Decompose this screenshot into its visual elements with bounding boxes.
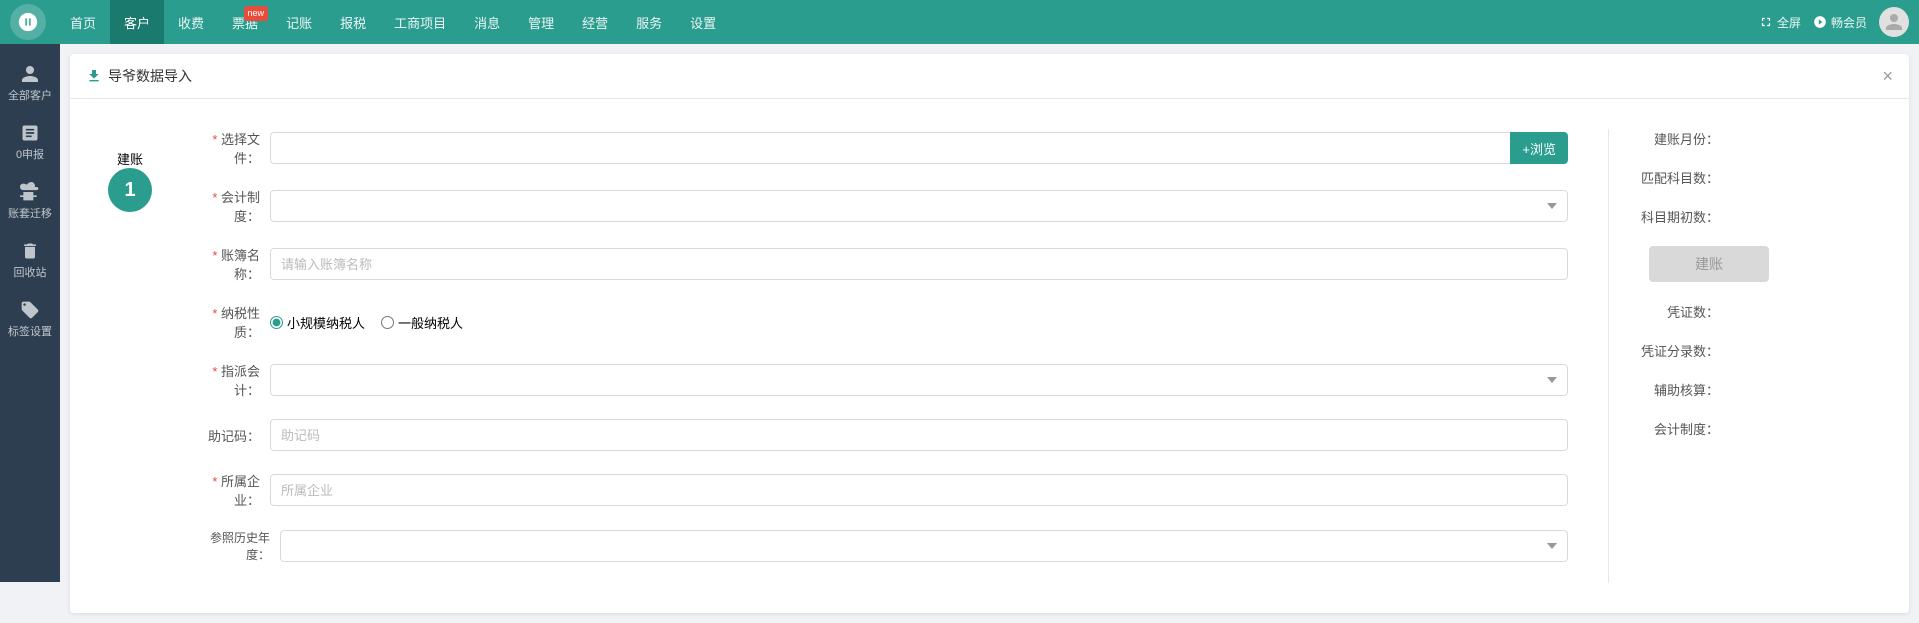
accountant-label: 指派会计：	[190, 361, 270, 399]
sidebar-item-declare[interactable]: 0申报	[0, 113, 60, 172]
tax-general-radio[interactable]	[381, 316, 394, 329]
history-year-row: 参照历史年度：	[190, 529, 1568, 563]
nav-items: 首页 客户 收费 票据 new 记账 报税 工商项目 消息 管理 经营 服务 设…	[56, 0, 1759, 44]
tax-small-text: 小规模纳税人	[287, 313, 365, 332]
tax-type-group: 小规模纳税人 一般纳税人	[270, 313, 463, 332]
voucher-row: 凭证数：	[1629, 302, 1889, 321]
dialog-close-button[interactable]: ×	[1882, 66, 1893, 87]
accounting-system-label: 会计制度：	[1629, 419, 1729, 438]
match-subject-row: 匹配科目数：	[1629, 168, 1889, 187]
member-btn[interactable]: 畅会员	[1813, 14, 1867, 31]
dialog-header: 导爷数据导入	[70, 54, 1909, 99]
accounting-row: 会计制度：	[190, 187, 1568, 225]
voucher-entries-label: 凭证分录数：	[1629, 341, 1729, 360]
fullscreen-btn[interactable]: 全屏	[1759, 14, 1801, 31]
ledger-name-label: 账簿名称：	[190, 245, 270, 283]
auxiliary-row: 辅助核算：	[1629, 380, 1889, 399]
tax-small-label[interactable]: 小规模纳税人	[270, 313, 365, 332]
nav-message[interactable]: 消息	[460, 0, 514, 44]
nav-home[interactable]: 首页	[56, 0, 110, 44]
form-left: 选择文件： +浏览 会计制度： 账簿名称：	[190, 129, 1588, 583]
new-badge: new	[244, 6, 269, 21]
subject-initial-label: 科目期初数：	[1629, 207, 1729, 226]
month-label: 建账月份：	[1629, 129, 1729, 148]
sidebar-item-all-customers[interactable]: 全部客户	[0, 54, 60, 113]
tax-type-row: 纳税性质： 小规模纳税人 一般纳税人	[190, 303, 1568, 341]
company-input[interactable]	[270, 474, 1568, 506]
sidebar-label-all-customers: 全部客户	[8, 87, 52, 103]
fullscreen-label: 全屏	[1777, 14, 1801, 31]
browse-button[interactable]: +浏览	[1510, 132, 1568, 164]
step-circle: 1	[108, 168, 152, 212]
history-year-select[interactable]	[280, 530, 1568, 562]
memo-label: 助记码：	[190, 426, 270, 445]
sidebar-item-recycle[interactable]: 回收站	[0, 231, 60, 290]
memo-input[interactable]	[270, 419, 1568, 451]
nav-finance[interactable]: 经营	[568, 0, 622, 44]
ledger-name-row: 账簿名称：	[190, 245, 1568, 283]
nav-tax[interactable]: 报税	[326, 0, 380, 44]
match-subject-label: 匹配科目数：	[1629, 168, 1729, 187]
tax-general-text: 一般纳税人	[398, 313, 463, 332]
file-input[interactable]	[270, 132, 1510, 164]
sidebar-label-account-migrate: 账套迁移	[8, 205, 52, 221]
nav-account[interactable]: 记账	[272, 0, 326, 44]
voucher-label: 凭证数：	[1629, 302, 1729, 321]
form-area: 建账 1 选择文件： +浏览 会计制度：	[70, 99, 1909, 613]
history-year-label: 参照历史年度：	[190, 529, 280, 563]
accountant-row: 指派会计：	[190, 361, 1568, 399]
sidebar-label-declare: 0申报	[16, 146, 44, 162]
main-content: 导爷数据导入 × 建账 1 选择文件： +浏览	[60, 44, 1919, 623]
app-logo[interactable]	[10, 4, 46, 40]
member-label: 畅会员	[1831, 14, 1867, 31]
file-label: 选择文件：	[190, 129, 270, 167]
dialog-title: 导爷数据导入	[108, 66, 192, 86]
file-row: 选择文件： +浏览	[190, 129, 1568, 167]
tax-small-radio[interactable]	[270, 316, 283, 329]
company-row: 所属企业：	[190, 471, 1568, 509]
tax-type-label: 纳税性质：	[190, 303, 270, 341]
create-account-button[interactable]: 建账	[1649, 246, 1769, 282]
accountant-select[interactable]	[270, 364, 1568, 396]
sidebar-label-recycle: 回收站	[14, 264, 47, 280]
nav-manage[interactable]: 管理	[514, 0, 568, 44]
accounting-select[interactable]	[270, 190, 1568, 222]
auxiliary-label: 辅助核算：	[1629, 380, 1729, 399]
nav-industry[interactable]: 工商项目	[380, 0, 460, 44]
form-divider	[1608, 129, 1609, 583]
nav-right: 全屏 畅会员	[1759, 7, 1909, 37]
month-row: 建账月份：	[1629, 129, 1889, 148]
nav-billing[interactable]: 收费	[164, 0, 218, 44]
avatar[interactable]	[1879, 7, 1909, 37]
nav-customer[interactable]: 客户	[110, 0, 164, 44]
accounting-system-row: 会计制度：	[1629, 419, 1889, 438]
sidebar-label-tag-settings: 标签设置	[8, 323, 52, 339]
accounting-label: 会计制度：	[190, 187, 270, 225]
sidebar: 全部客户 0申报 账套迁移 回收站 标签设置	[0, 44, 60, 582]
nav-invoice[interactable]: 票据 new	[218, 0, 272, 44]
nav-service[interactable]: 服务	[622, 0, 676, 44]
dialog-card: 导爷数据导入 × 建账 1 选择文件： +浏览	[70, 54, 1909, 613]
memo-row: 助记码：	[190, 419, 1568, 451]
step-indicator: 建账 1	[70, 129, 190, 583]
import-icon	[86, 68, 102, 84]
ledger-name-input[interactable]	[270, 248, 1568, 280]
voucher-entries-row: 凭证分录数：	[1629, 341, 1889, 360]
tax-general-label[interactable]: 一般纳税人	[381, 313, 463, 332]
form-right: 建账月份： 匹配科目数： 科目期初数： 建账 凭证数：	[1629, 129, 1909, 583]
subject-initial-row: 科目期初数：	[1629, 207, 1889, 226]
file-input-group: +浏览	[270, 132, 1568, 164]
nav-settings[interactable]: 设置	[676, 0, 730, 44]
sidebar-item-account-migrate[interactable]: 账套迁移	[0, 172, 60, 231]
company-label: 所属企业：	[190, 471, 270, 509]
step-label: 建账	[117, 149, 143, 168]
top-navigation: 首页 客户 收费 票据 new 记账 报税 工商项目 消息 管理 经营 服务 设…	[0, 0, 1919, 44]
sidebar-item-tag-settings[interactable]: 标签设置	[0, 290, 60, 349]
